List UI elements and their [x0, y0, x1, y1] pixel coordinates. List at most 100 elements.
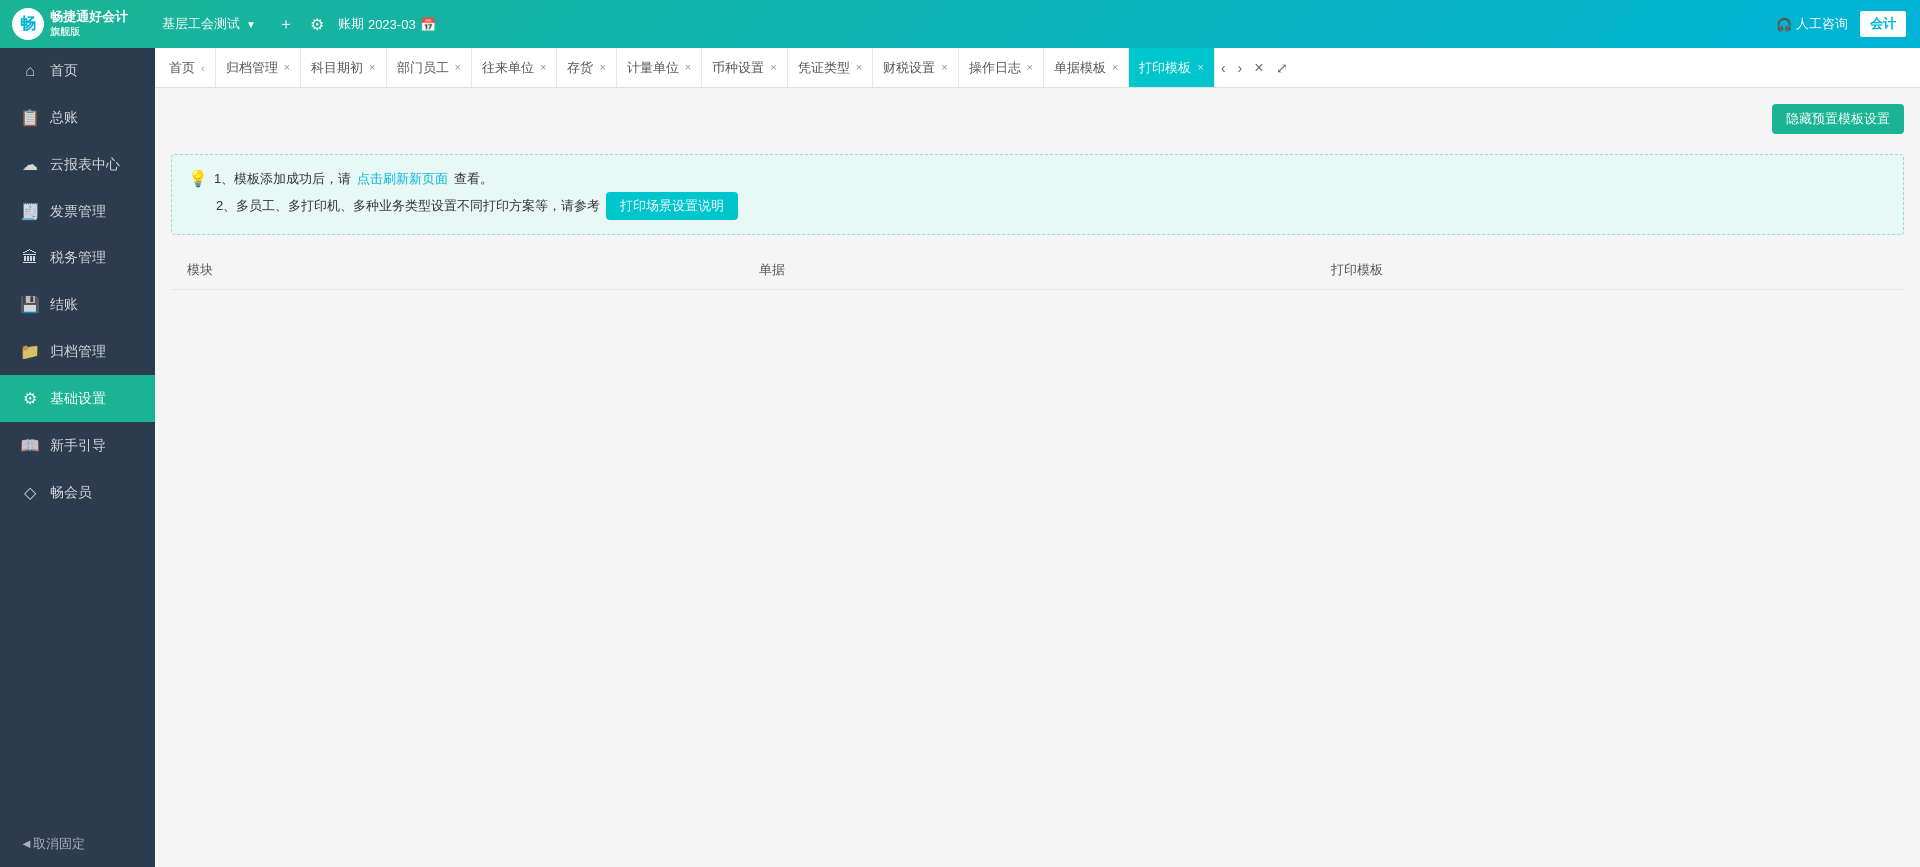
company-name: 基层工会测试	[162, 15, 240, 33]
tab-close-tax-settings[interactable]: ×	[941, 62, 947, 73]
tab-close-unit[interactable]: ×	[685, 62, 691, 73]
tab-label: 凭证类型	[798, 59, 850, 77]
tab-partner[interactable]: 往来单位 ×	[472, 48, 557, 88]
info-text-1-suffix: 查看。	[454, 170, 493, 188]
member-icon: ◇	[20, 483, 40, 502]
tab-prev-button[interactable]: ‹	[1215, 56, 1232, 80]
sidebar-item-settings[interactable]: ⚙ 基础设置	[0, 375, 155, 422]
tab-currency[interactable]: 币种设置 ×	[702, 48, 787, 88]
header-period: 账期 2023-03 📅	[338, 15, 436, 33]
cloud-icon: ☁	[20, 155, 40, 174]
sidebar: ⌂ 首页 📋 总账 ☁ 云报表中心 🧾 发票管理 🏛 税务管理 💾 结账 📁 归…	[0, 48, 155, 867]
tab-close-currency[interactable]: ×	[770, 62, 776, 73]
kuaiji-button[interactable]: 会计	[1858, 9, 1908, 39]
tab-operation-log[interactable]: 操作日志 ×	[959, 48, 1044, 88]
info-refresh-link[interactable]: 点击刷新新页面	[357, 170, 448, 188]
hide-template-button[interactable]: 隐藏预置模板设置	[1772, 104, 1904, 134]
period-label: 账期	[338, 15, 364, 33]
cancel-fixed[interactable]: ◄取消固定	[0, 821, 155, 867]
checkout-icon: 💾	[20, 295, 40, 314]
main-layout: ⌂ 首页 📋 总账 ☁ 云报表中心 🧾 发票管理 🏛 税务管理 💾 结账 📁 归…	[0, 48, 1920, 867]
sidebar-item-archive[interactable]: 📁 归档管理	[0, 328, 155, 375]
logo-icon: 畅	[12, 8, 44, 40]
tab-close-archive[interactable]: ×	[284, 62, 290, 73]
info-row-1: 💡 1、模板添加成功后，请 点击刷新新页面 查看。	[188, 169, 1887, 188]
tab-label: 计量单位	[627, 59, 679, 77]
table-header-print-template: 打印模板	[1315, 251, 1904, 290]
sidebar-item-guide[interactable]: 📖 新手引导	[0, 422, 155, 469]
sidebar-item-label: 畅会员	[50, 484, 92, 502]
ledger-icon: 📋	[20, 108, 40, 127]
sidebar-item-label: 总账	[50, 109, 78, 127]
logo-area: 畅 畅捷通好会计 旗舰版	[12, 8, 152, 40]
tab-close-operation-log[interactable]: ×	[1027, 62, 1033, 73]
sidebar-item-member[interactable]: ◇ 畅会员	[0, 469, 155, 516]
tab-close-subject[interactable]: ×	[369, 62, 375, 73]
sidebar-item-label: 发票管理	[50, 203, 106, 221]
sidebar-item-reports[interactable]: ☁ 云报表中心	[0, 141, 155, 188]
info-row-2: 2、多员工、多打印机、多种业务类型设置不同打印方案等，请参考 打印场景设置说明	[188, 192, 1887, 220]
tab-close-partner[interactable]: ×	[540, 62, 546, 73]
tax-icon: 🏛	[20, 249, 40, 267]
home-icon: ⌂	[20, 62, 40, 80]
sidebar-item-checkout[interactable]: 💾 结账	[0, 281, 155, 328]
tab-department[interactable]: 部门员工 ×	[387, 48, 472, 88]
tab-label: 部门员工	[397, 59, 449, 77]
tab-expand-button[interactable]: ⤢	[1270, 56, 1294, 80]
tab-voucher-type[interactable]: 凭证类型 ×	[788, 48, 873, 88]
archive-icon: 📁	[20, 342, 40, 361]
tab-label: 打印模板	[1139, 59, 1191, 77]
tab-label: 科目期初	[311, 59, 363, 77]
company-selector[interactable]: 基层工会测试 ▼	[162, 15, 256, 33]
bulb-icon: 💡	[188, 169, 208, 188]
tab-subject[interactable]: 科目期初 ×	[301, 48, 386, 88]
sidebar-item-label: 基础设置	[50, 390, 106, 408]
print-scene-button[interactable]: 打印场景设置说明	[606, 192, 738, 220]
tab-archive[interactable]: 归档管理 ×	[216, 48, 301, 88]
human-service-label: 人工咨询	[1796, 15, 1848, 33]
info-text-1-prefix: 1、模板添加成功后，请	[214, 170, 351, 188]
tab-nav-arrow: ‹	[201, 62, 205, 74]
header-actions: ＋ ⚙	[274, 10, 328, 39]
tab-home[interactable]: 首页 ‹	[159, 48, 216, 88]
tab-close-inventory[interactable]: ×	[599, 62, 605, 73]
tab-close-department[interactable]: ×	[455, 62, 461, 73]
sidebar-item-label: 税务管理	[50, 249, 106, 267]
sidebar-item-tax[interactable]: 🏛 税务管理	[0, 235, 155, 281]
tab-next-button[interactable]: ›	[1232, 56, 1249, 80]
page-content: 隐藏预置模板设置 💡 1、模板添加成功后，请 点击刷新新页面 查看。 2、多员工…	[155, 88, 1920, 867]
sidebar-item-label: 归档管理	[50, 343, 106, 361]
print-template-table: 模块 单据 打印模板	[171, 251, 1904, 290]
tab-unit[interactable]: 计量单位 ×	[617, 48, 702, 88]
tab-label: 首页	[169, 59, 195, 77]
content-area: 首页 ‹ 归档管理 × 科目期初 × 部门员工 × 往来单位 × 存货 ×	[155, 48, 1920, 867]
sidebar-item-home[interactable]: ⌂ 首页	[0, 48, 155, 94]
info-box: 💡 1、模板添加成功后，请 点击刷新新页面 查看。 2、多员工、多打印机、多种业…	[171, 154, 1904, 235]
tab-bar: 首页 ‹ 归档管理 × 科目期初 × 部门员工 × 往来单位 × 存货 ×	[155, 48, 1920, 88]
tab-label: 财税设置	[883, 59, 935, 77]
cancel-fixed-label: ◄取消固定	[20, 835, 85, 853]
tab-label: 币种设置	[712, 59, 764, 77]
add-button[interactable]: ＋	[274, 10, 298, 39]
logo-sub: 旗舰版	[50, 25, 128, 39]
tab-tax-settings[interactable]: 财税设置 ×	[873, 48, 958, 88]
tab-label: 单据模板	[1054, 59, 1106, 77]
settings-button[interactable]: ⚙	[306, 11, 328, 38]
sidebar-item-label: 新手引导	[50, 437, 106, 455]
human-service[interactable]: 🎧 人工咨询	[1776, 15, 1848, 33]
sidebar-item-invoice[interactable]: 🧾 发票管理	[0, 188, 155, 235]
tab-close-print-template[interactable]: ×	[1197, 62, 1203, 73]
sidebar-item-label: 结账	[50, 296, 78, 314]
company-dropdown-arrow: ▼	[246, 19, 256, 30]
tab-print-template[interactable]: 打印模板 ×	[1129, 48, 1214, 88]
table-header-document: 单据	[743, 251, 1315, 290]
calendar-icon[interactable]: 📅	[420, 17, 436, 32]
tab-document-template[interactable]: 单据模板 ×	[1044, 48, 1129, 88]
tab-close-document-template[interactable]: ×	[1112, 62, 1118, 73]
tab-close-voucher-type[interactable]: ×	[856, 62, 862, 73]
tab-inventory[interactable]: 存货 ×	[557, 48, 616, 88]
sidebar-item-label: 云报表中心	[50, 156, 120, 174]
tab-close-all-button[interactable]: ×	[1248, 55, 1269, 81]
sidebar-item-ledger[interactable]: 📋 总账	[0, 94, 155, 141]
top-header: 畅 畅捷通好会计 旗舰版 基层工会测试 ▼ ＋ ⚙ 账期 2023-03 📅 🎧…	[0, 0, 1920, 48]
